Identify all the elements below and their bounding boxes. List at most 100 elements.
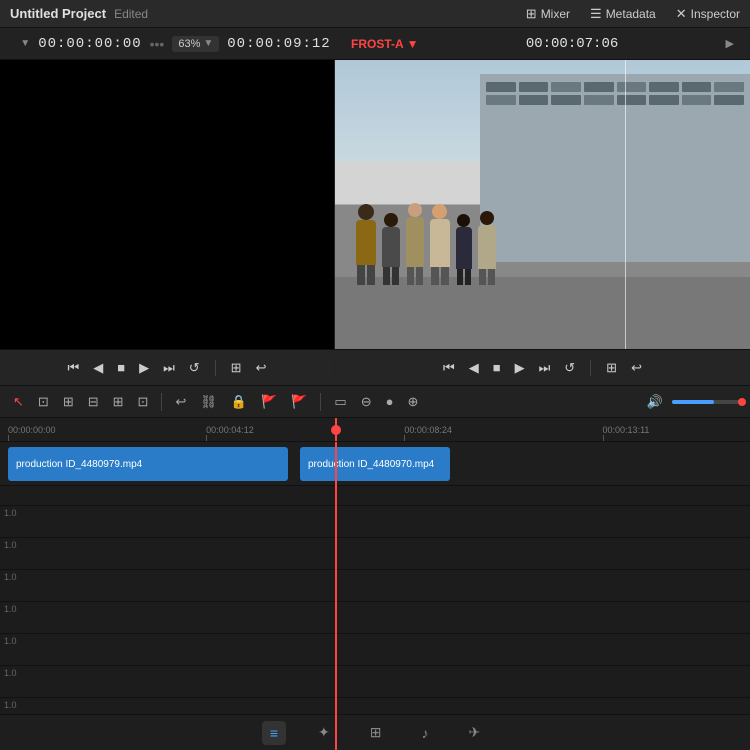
color-btn[interactable]: ⊞ — [362, 720, 390, 745]
source-monitor[interactable] — [0, 60, 335, 349]
volume-icon[interactable]: 🔊 — [642, 391, 668, 413]
zoom-control[interactable]: 63% ▼ — [172, 36, 219, 52]
inspector-menu[interactable]: ✕ Inspector — [676, 6, 740, 22]
dynamic-trim-tool[interactable]: ⊞ — [58, 391, 79, 413]
head — [384, 213, 398, 227]
add-marker-btn[interactable]: ⊕ — [402, 391, 423, 413]
window — [486, 82, 516, 92]
window — [486, 95, 516, 105]
leg — [479, 269, 486, 285]
prog-go-start-btn[interactable]: ⏮ — [440, 358, 458, 378]
zoom-tool[interactable]: ⊡ — [133, 391, 154, 413]
timecode-menu-dots[interactable]: ••• — [150, 36, 165, 52]
prog-loop-btn[interactable]: ↺ — [561, 358, 578, 378]
body — [478, 225, 496, 269]
legs — [457, 269, 471, 285]
source-chevron[interactable]: ▼ — [20, 38, 30, 49]
marker-btn[interactable]: ● — [381, 391, 399, 412]
window — [682, 82, 712, 92]
legs — [407, 267, 423, 285]
body — [406, 217, 424, 267]
window — [584, 82, 614, 92]
volume-track[interactable] — [672, 400, 742, 404]
window — [714, 82, 744, 92]
effects-btn[interactable]: ✦ — [310, 720, 338, 745]
divider — [590, 360, 591, 376]
inspector-icon: ✕ — [676, 6, 687, 22]
window — [714, 95, 744, 105]
video-clip-1[interactable]: production ID_4480979.mp4 — [8, 447, 288, 481]
prog-overlay-btn[interactable]: ⊞ — [603, 358, 620, 378]
audio-track-5: 1.0 — [0, 634, 750, 666]
person-2 — [382, 213, 400, 285]
audio-label-4: 1.0 — [4, 604, 17, 614]
undo-btn[interactable]: ↩ — [170, 391, 191, 413]
person-6 — [478, 211, 496, 285]
body — [456, 227, 472, 269]
go-to-start-btn[interactable]: ⏮ — [65, 358, 83, 378]
audio-label-7: 1.0 — [4, 700, 17, 710]
lock-btn[interactable]: 🔒 — [226, 391, 252, 413]
link-btn[interactable]: ⛓ — [195, 391, 222, 413]
ruler-tick-2 — [404, 435, 405, 441]
window — [551, 82, 581, 92]
step-back-btn[interactable]: ◀ — [90, 358, 106, 378]
leg — [383, 267, 390, 285]
stop-btn[interactable]: ■ — [114, 358, 128, 377]
ruler-tick-0 — [8, 435, 9, 441]
prog-play-btn[interactable]: ▶ — [512, 358, 528, 378]
insert-btn[interactable]: ↩ — [253, 358, 270, 378]
leg — [416, 267, 423, 285]
timecode-bar: ▼ 00:00:00:00 ••• 63% ▼ 00:00:09:12 FROS… — [0, 28, 750, 60]
head — [457, 214, 470, 227]
person-4 — [430, 204, 450, 285]
window — [519, 82, 549, 92]
tracks-container[interactable]: production ID_4480979.mp4 production ID_… — [0, 442, 750, 750]
title-bar-left: Untitled Project Edited — [10, 6, 148, 21]
multicam-tool[interactable]: ⊞ — [108, 391, 129, 413]
video-clip-2[interactable]: production ID_4480970.mp4 — [300, 447, 450, 481]
legs — [431, 267, 449, 285]
audio-track-6: 1.0 — [0, 666, 750, 698]
frost-label[interactable]: FROST-A ▼ — [351, 37, 419, 51]
go-to-end-btn[interactable]: ⏭ — [160, 358, 178, 378]
prog-stop-btn[interactable]: ■ — [490, 358, 504, 377]
transport-bar: ⏮ ◀ ■ ▶ ⏭ ↺ ⊞ ↩ ⏮ ◀ ■ ▶ ⏭ ↺ ⊞ ↩ — [0, 350, 750, 386]
deliver-btn[interactable]: ✈ — [460, 720, 488, 745]
loop-btn[interactable]: ↺ — [186, 358, 203, 378]
leg — [407, 267, 414, 285]
remove-track-btn[interactable]: ⊖ — [356, 391, 377, 413]
clip-2-label: production ID_4480970.mp4 — [308, 459, 434, 470]
fairlight-btn[interactable]: ♪ — [413, 721, 436, 745]
title-bar-right: ⊞ Mixer ☰ Metadata ✕ Inspector — [526, 6, 740, 22]
mixer-menu[interactable]: ⊞ Mixer — [526, 6, 570, 22]
blade-tool[interactable]: ⊟ — [83, 391, 104, 413]
prog-extra-btn[interactable]: ↩ — [628, 358, 645, 378]
leg — [488, 269, 495, 285]
right-arrow-icon: ▶ — [726, 37, 734, 50]
window — [649, 95, 679, 105]
prog-go-end-btn[interactable]: ⏭ — [536, 358, 554, 378]
pavement — [335, 277, 750, 349]
select-tool[interactable]: ↖ — [8, 391, 29, 413]
mixer-icon: ⊞ — [526, 6, 537, 22]
ruler-time-3: 00:00:13:11 — [603, 425, 650, 435]
flag-btn-2[interactable]: 🚩 — [286, 391, 312, 413]
play-btn[interactable]: ▶ — [136, 358, 152, 378]
program-monitor[interactable] — [335, 60, 750, 349]
prog-step-back-btn[interactable]: ◀ — [466, 358, 482, 378]
timecode-bar-left: ▼ 00:00:00:00 ••• 63% ▼ 00:00:09:12 — [8, 36, 343, 52]
source-overlay-btn[interactable]: ⊞ — [228, 358, 245, 378]
leg — [465, 269, 471, 285]
metadata-menu[interactable]: ☰ Metadata — [590, 6, 656, 22]
volume-knob[interactable] — [738, 398, 746, 406]
tools-divider-2 — [320, 393, 321, 411]
add-track-btn[interactable]: ▭ — [329, 391, 351, 413]
ruler-playhead-head — [331, 425, 341, 435]
flag-btn-1[interactable]: 🚩 — [256, 391, 282, 413]
timeline-wrapper: 00:00:00:00 00:00:04:12 00:00:08:24 00:0… — [0, 418, 750, 750]
audio-track-4: 1.0 — [0, 602, 750, 634]
timeline-btn[interactable]: ≡ — [262, 721, 286, 745]
trim-tool[interactable]: ⊡ — [33, 391, 54, 413]
source-timecode: 00:00:00:00 — [38, 36, 141, 52]
